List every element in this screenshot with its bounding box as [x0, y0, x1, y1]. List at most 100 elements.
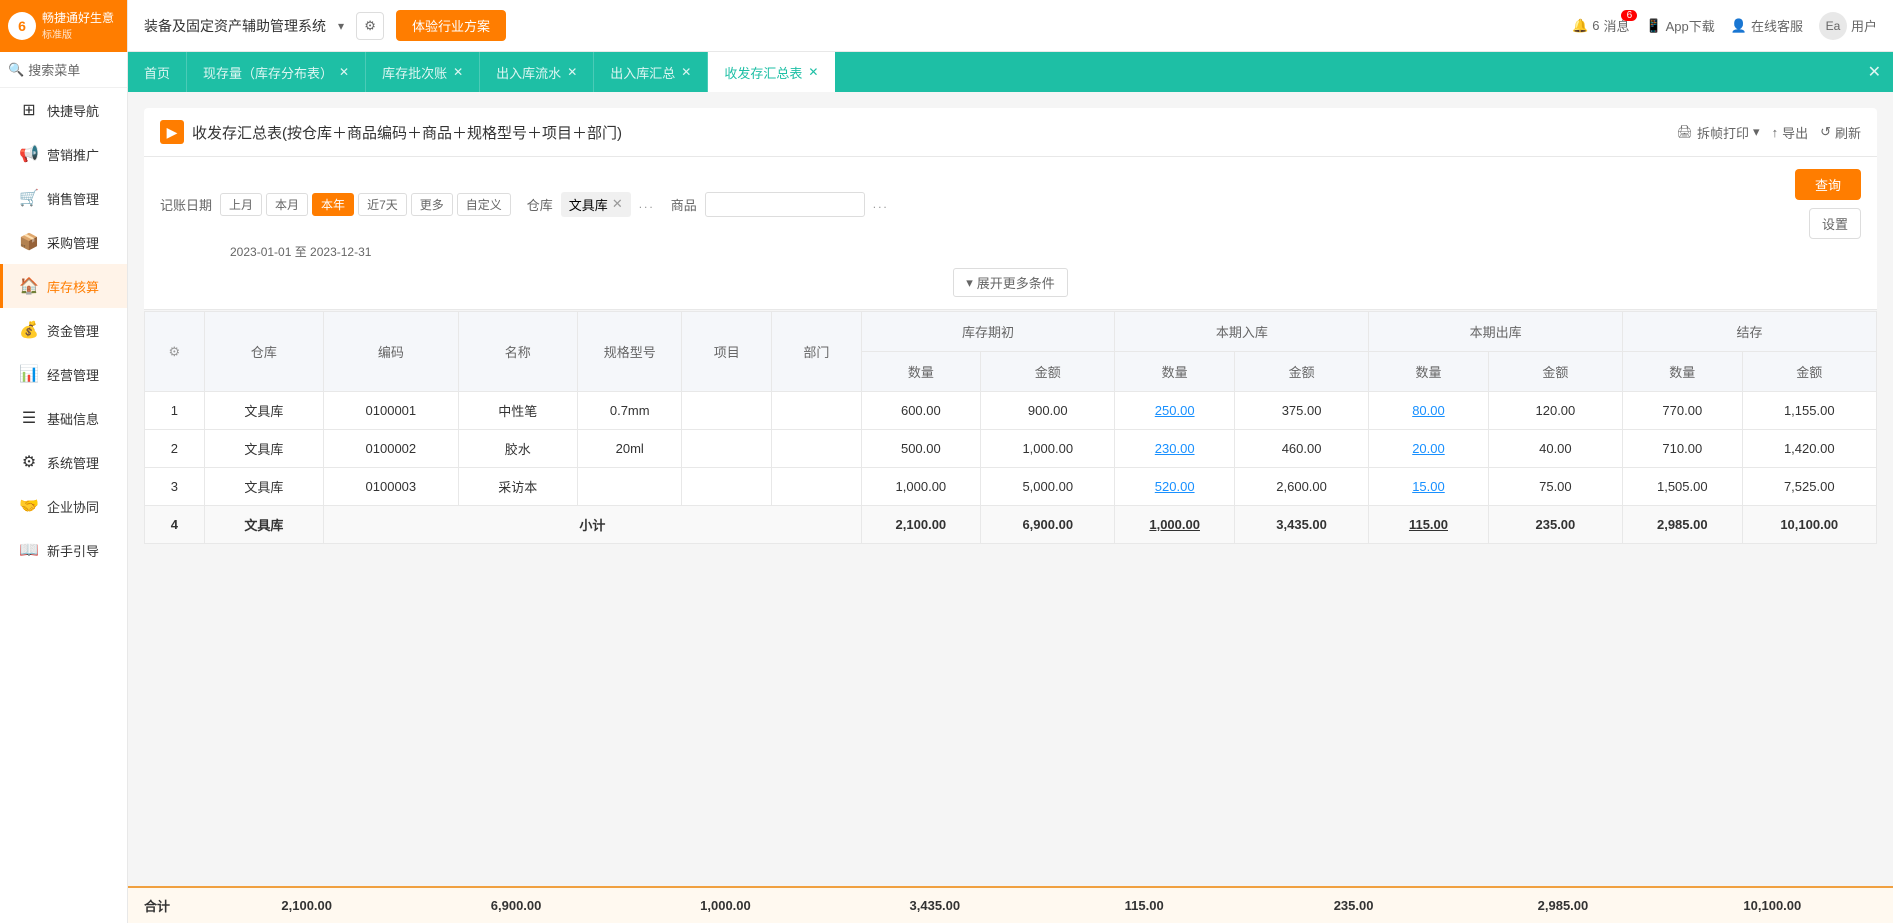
- sidebar: 6 畅捷通好生意 标准版 🔍 搜索菜单 ⊞ 快捷导航 📢 营销推广 🛒 销售管理…: [0, 0, 128, 923]
- subtotal-open-amt: 6,900.00: [981, 506, 1115, 544]
- row2-code: 0100002: [324, 430, 458, 468]
- date-filter: 记账日期 上月 本月 本年 近7天 更多 自定义: [160, 193, 511, 216]
- settings-icon[interactable]: ⚙: [356, 12, 384, 40]
- search-menu[interactable]: 🔍 搜索菜单: [0, 52, 127, 88]
- th-out-qty: 数量: [1369, 352, 1488, 392]
- date-btn-this-month[interactable]: 本月: [266, 193, 308, 216]
- system-dropdown[interactable]: ▾: [338, 19, 344, 33]
- subtotal-out-qty[interactable]: 115.00: [1369, 506, 1488, 544]
- sidebar-item-operations[interactable]: 📊 经营管理: [0, 352, 127, 396]
- sidebar-item-inventory[interactable]: 🏠 库存核算: [0, 264, 127, 308]
- tab-close-inventory-dist[interactable]: ✕: [339, 66, 349, 78]
- notification-bell[interactable]: 🔔 6 6 消息: [1572, 16, 1629, 35]
- refresh-icon: ↺: [1820, 124, 1831, 140]
- search-icon: 🔍: [8, 62, 24, 78]
- sidebar-item-newbie[interactable]: 📖 新手引导: [0, 528, 127, 572]
- date-btn-custom[interactable]: 自定义: [457, 193, 511, 216]
- row3-end-amt: 7,525.00: [1742, 468, 1876, 506]
- table-settings-icon[interactable]: ⚙: [169, 344, 181, 359]
- tab-batch[interactable]: 库存批次账 ✕: [366, 52, 480, 92]
- table-container: ⚙ 仓库 编码 名称 规格型号 项目 部门 库存期初 本期入库 本期出库 结存: [144, 311, 1877, 544]
- user-menu[interactable]: Ea 用户: [1819, 12, 1877, 40]
- row3-out-amt: 75.00: [1488, 468, 1622, 506]
- sidebar-item-sales[interactable]: 🛒 销售管理: [0, 176, 127, 220]
- home-icon: ⊞: [19, 100, 39, 120]
- tab-close-flow[interactable]: ✕: [567, 66, 577, 78]
- total-open-qty: 2,100.00: [202, 898, 411, 913]
- th-spec: 规格型号: [577, 312, 682, 392]
- app-download[interactable]: 📱 App下载: [1645, 16, 1714, 35]
- tab-close-receive-dispatch[interactable]: ✕: [808, 66, 818, 78]
- goods-ellipsis[interactable]: ...: [873, 197, 889, 211]
- tab-inventory-dist[interactable]: 现存量（库存分布表） ✕: [187, 52, 366, 92]
- date-btn-this-year[interactable]: 本年: [312, 193, 354, 216]
- row2-in-qty[interactable]: 230.00: [1115, 430, 1234, 468]
- row1-code: 0100001: [324, 392, 458, 430]
- subtotal-label: 小计: [324, 506, 861, 544]
- tab-home[interactable]: 首页: [128, 52, 187, 92]
- row3-open-qty: 1,000.00: [861, 468, 980, 506]
- row2-out-qty[interactable]: 20.00: [1369, 430, 1488, 468]
- total-end-amt: 10,100.00: [1668, 898, 1877, 913]
- bottom-bar: 合计 2,100.00 6,900.00 1,000.00 3,435.00 1…: [128, 886, 1893, 923]
- page-header: ▶ 收发存汇总表(按仓库＋商品编码＋商品＋规格型号＋项目＋部门) 🖨 拆帧打印 …: [144, 108, 1877, 157]
- total-end-qty: 2,985.00: [1458, 898, 1667, 913]
- sidebar-item-purchase[interactable]: 📦 采购管理: [0, 220, 127, 264]
- print-btn[interactable]: 🖨 拆帧打印 ▾: [1677, 123, 1760, 142]
- row3-open-amt: 5,000.00: [981, 468, 1115, 506]
- export-btn[interactable]: ↑ 导出: [1772, 123, 1809, 142]
- warehouse-ellipsis[interactable]: ...: [639, 197, 655, 211]
- sidebar-item-quicknav[interactable]: ⊞ 快捷导航: [0, 88, 127, 132]
- date-btn-7days[interactable]: 近7天: [358, 193, 407, 216]
- th-settings[interactable]: ⚙: [145, 312, 205, 392]
- warehouse-tag-close[interactable]: ✕: [612, 196, 623, 212]
- service-icon: 👤: [1731, 18, 1747, 34]
- row1-end-amt: 1,155.00: [1742, 392, 1876, 430]
- search-button[interactable]: 查询: [1795, 169, 1861, 200]
- row3-in-qty[interactable]: 520.00: [1115, 468, 1234, 506]
- row1-in-qty[interactable]: 250.00: [1115, 392, 1234, 430]
- logo-icon: 6: [8, 12, 36, 40]
- enterprise-icon: 🤝: [19, 496, 39, 516]
- goods-input[interactable]: [705, 192, 865, 217]
- refresh-btn[interactable]: ↺ 刷新: [1820, 123, 1861, 142]
- sidebar-item-enterprise[interactable]: 🤝 企业协同: [0, 484, 127, 528]
- collapse-btn[interactable]: ▶: [160, 120, 184, 144]
- row1-warehouse: 文具库: [204, 392, 323, 430]
- tab-receive-dispatch[interactable]: 收发存汇总表 ✕: [708, 52, 835, 92]
- total-out-qty: 115.00: [1040, 898, 1249, 913]
- th-code: 编码: [324, 312, 458, 392]
- print-icon: 🖨: [1677, 124, 1694, 140]
- row1-out-qty[interactable]: 80.00: [1369, 392, 1488, 430]
- row3-num: 3: [145, 468, 205, 506]
- sidebar-item-marketing[interactable]: 📢 营销推广: [0, 132, 127, 176]
- tab-close-batch[interactable]: ✕: [453, 66, 463, 78]
- close-all-tabs[interactable]: ✕: [1856, 62, 1893, 82]
- th-project: 项目: [682, 312, 772, 392]
- th-warehouse: 仓库: [204, 312, 323, 392]
- row3-out-qty[interactable]: 15.00: [1369, 468, 1488, 506]
- tab-summary[interactable]: 出入库汇总 ✕: [594, 52, 708, 92]
- system-icon: ⚙: [19, 452, 39, 472]
- subtotal-end-amt: 10,100.00: [1742, 506, 1876, 544]
- date-range-display: 2023-01-01 至 2023-12-31: [160, 243, 1861, 260]
- subtotal-in-qty[interactable]: 1,000.00: [1115, 506, 1234, 544]
- tab-flow[interactable]: 出入库流水 ✕: [480, 52, 594, 92]
- total-label: 合计: [144, 896, 170, 915]
- sidebar-item-finance[interactable]: 💰 资金管理: [0, 308, 127, 352]
- th-open-qty: 数量: [861, 352, 980, 392]
- sidebar-item-system[interactable]: ⚙ 系统管理: [0, 440, 127, 484]
- warehouse-label: 仓库: [527, 195, 553, 214]
- trial-button[interactable]: 体验行业方案: [396, 10, 506, 41]
- date-btn-more[interactable]: 更多: [411, 193, 453, 216]
- settings-button[interactable]: 设置: [1809, 208, 1861, 239]
- expand-more-button[interactable]: ▾ 展开更多条件: [953, 268, 1068, 297]
- sidebar-item-basicinfo[interactable]: ☰ 基础信息: [0, 396, 127, 440]
- total-in-qty: 1,000.00: [621, 898, 830, 913]
- table-header-group: ⚙ 仓库 编码 名称 规格型号 项目 部门 库存期初 本期入库 本期出库 结存: [145, 312, 1877, 352]
- total-in-amt: 3,435.00: [830, 898, 1039, 913]
- online-service[interactable]: 👤 在线客服: [1731, 16, 1803, 35]
- basicinfo-icon: ☰: [19, 408, 39, 428]
- tab-close-summary[interactable]: ✕: [681, 66, 691, 78]
- date-btn-last-month[interactable]: 上月: [220, 193, 262, 216]
